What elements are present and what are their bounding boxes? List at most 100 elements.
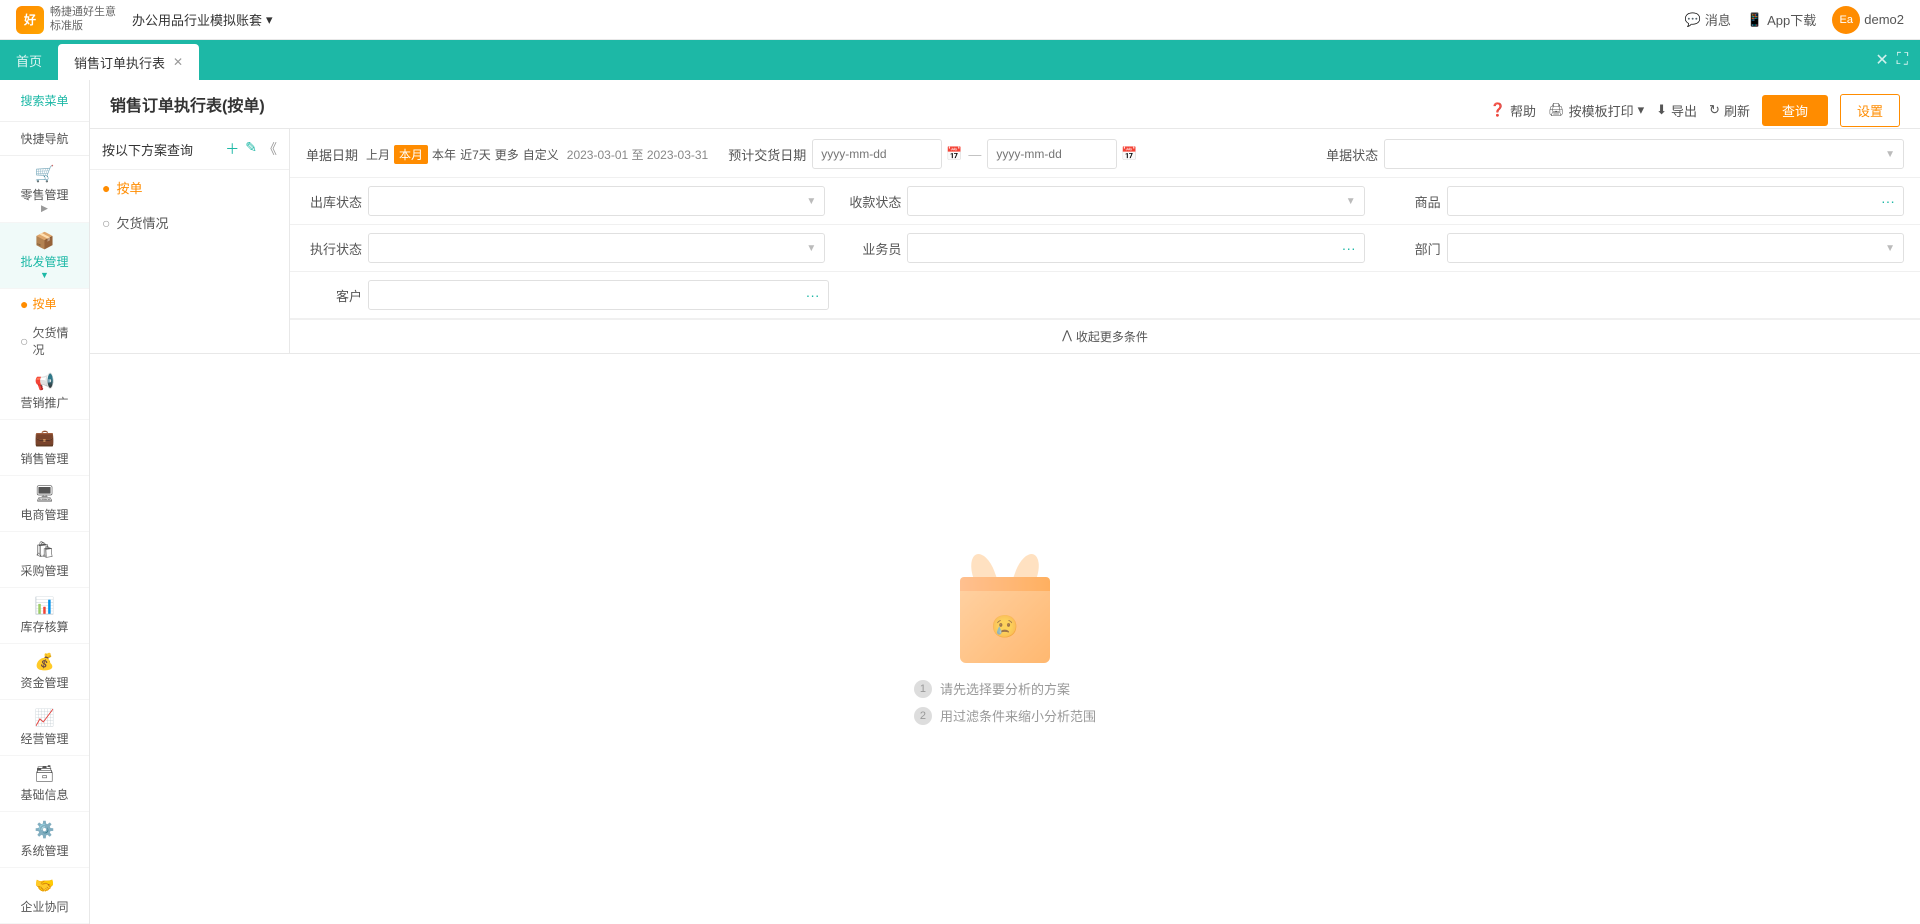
dept-label: 部门 [1385,239,1441,258]
forecast-date-cal-end[interactable]: 📅 [1121,146,1137,162]
sidebar-item-purchase[interactable]: 🛍 采购管理 [0,532,89,588]
tab-home[interactable]: 首页 [0,40,58,80]
wholesale-icon: 📦 [35,231,55,251]
date-tab-custom[interactable]: 自定义 [523,146,559,163]
forecast-date-cal-start[interactable]: 📅 [946,146,962,162]
app-selector-chevron: ▾ [266,12,273,28]
date-tab-prev-month[interactable]: 上月 [366,146,390,163]
app-selector[interactable]: 办公用品行业模拟账套 ▾ [124,10,281,29]
date-tab-this-month[interactable]: 本月 [394,145,428,164]
sidebar-item-ecommerce[interactable]: 🖥 电商管理 [0,476,89,532]
page-header-right: ❓ 帮助 🖨 按模板打印 ▾ ⬇ 导出 ↻ 刷新 查询 设置 [1490,94,1900,127]
help-button[interactable]: ❓ 帮助 [1490,101,1536,120]
finance-icon: 💰 [35,652,55,672]
scheme-item-by-order[interactable]: ● 按单 [90,170,289,205]
sidebar-nav-text[interactable]: 快捷导航 [0,126,89,151]
content-area: 销售订单执行表(按单) ❓ 帮助 🖨 按模板打印 ▾ ⬇ 导出 ↻ 刷新 [90,80,1920,924]
scheme-item-by-debt[interactable]: ○ 欠货情况 [90,205,289,240]
sidebar-sub-item-order[interactable]: ● 按单 [0,289,89,318]
sidebar-quick-nav[interactable]: 快捷导航 [0,122,89,156]
salesperson-more-icon[interactable]: ··· [1342,240,1356,256]
tab-bar: 首页 销售订单执行表 ✕ ✕ ⛶ [0,40,1920,80]
forecast-date-range: 📅 — 📅 [812,139,1306,169]
filter-payment-status-field: 收款状态 ▼ [845,186,1364,216]
sidebar-item-finance[interactable]: 💰 资金管理 [0,644,89,700]
sidebar-item-enterprise[interactable]: 🤝 企业协同 [0,868,89,924]
scheme-panel-title: 按以下方案查询 [102,140,193,159]
box-face: 😢 [991,614,1018,640]
logo-icon: 好 [16,6,44,34]
page-header: 销售订单执行表(按单) ❓ 帮助 🖨 按模板打印 ▾ ⬇ 导出 ↻ 刷新 [90,80,1920,129]
tab-close-icon[interactable]: ✕ [173,55,183,69]
scheme-edit-icon[interactable]: ✎ [245,139,257,159]
scheme-panel: 按以下方案查询 ＋ ✎ 《 ● 按单 ○ 欠货情况 [90,129,290,353]
avatar: Ea [1832,6,1860,34]
print-button[interactable]: 🖨 按模板打印 ▾ [1548,101,1644,120]
tab-close-all-button[interactable]: ✕ [1875,50,1888,70]
sidebar-item-inventory[interactable]: 📊 库存核算 [0,588,89,644]
forecast-date-end-input[interactable] [987,139,1117,169]
empty-tips: 1 请先选择要分析的方案 2 用过滤条件来缩小分析范围 [914,679,1096,725]
date-tab-more[interactable]: 更多 [495,146,519,163]
date-tab-7days[interactable]: 近7天 [460,146,491,163]
tab-sales-order[interactable]: 销售订单执行表 ✕ [58,44,199,80]
tip-num-2: 2 [914,707,932,725]
stock-status-select[interactable]: ▼ [368,186,825,216]
tab-expand-button[interactable]: ⛶ [1897,51,1908,69]
sidebar-search[interactable]: 搜索菜单 [0,80,89,122]
payment-status-select[interactable]: ▼ [907,186,1364,216]
sidebar-sub-item-debt[interactable]: ○ 欠货情况 [0,318,89,364]
forecast-date-label: 预计交货日期 [728,145,806,164]
scheme-collapse-icon[interactable]: 《 [263,139,277,159]
scheme-order-icon: ● [102,180,110,196]
dept-arrow: ▼ [1885,243,1895,254]
refresh-button[interactable]: ↻ 刷新 [1709,101,1750,120]
sidebar-item-retail[interactable]: 🛒 零售管理 ▶ [0,156,89,223]
customer-field[interactable]: ··· [368,280,829,310]
payment-status-arrow: ▼ [1346,196,1356,207]
dept-select[interactable]: ▼ [1447,233,1904,263]
app-download-button[interactable]: 📱 App下载 [1747,10,1816,29]
goods-label: 商品 [1385,192,1441,211]
customer-label: 客户 [306,286,362,305]
empty-illustration: 😢 [945,553,1065,663]
filter-date-field: 单据日期 上月 本月 本年 近7天 更多 自定义 2023-03-01 至 20… [306,145,708,164]
filter-panel: 按以下方案查询 ＋ ✎ 《 ● 按单 ○ 欠货情况 [90,129,1920,354]
empty-state: 😢 1 请先选择要分析的方案 2 用过滤条件来缩小分析范围 [914,553,1096,725]
sidebar-item-system[interactable]: ⚙️ 系统管理 [0,812,89,868]
filter-row-1: 单据日期 上月 本月 本年 近7天 更多 自定义 2023-03-01 至 20… [290,129,1920,178]
filter-fields-area: 单据日期 上月 本月 本年 近7天 更多 自定义 2023-03-01 至 20… [290,129,1920,353]
query-button[interactable]: 查询 [1762,95,1828,126]
stock-status-arrow: ▼ [806,196,816,207]
operation-icon: 📈 [35,708,55,728]
sidebar-item-marketing[interactable]: 📢 营销推广 [0,364,89,420]
debt-sub-icon: ○ [20,333,28,349]
goods-more-icon[interactable]: ··· [1881,193,1895,209]
stock-status-label: 出库状态 [306,192,362,211]
status-select[interactable]: ▼ [1384,139,1904,169]
sidebar-item-sales[interactable]: 💼 销售管理 [0,420,89,476]
sidebar-search-text[interactable]: 搜索菜单 [8,88,81,113]
filter-goods-field: 商品 ··· [1385,186,1904,216]
settings-button[interactable]: 设置 [1840,94,1900,127]
inventory-icon: 📊 [35,596,55,616]
collapse-label: 收起更多条件 [1076,328,1148,345]
message-button[interactable]: 💬 消息 [1685,10,1731,29]
exec-status-select[interactable]: ▼ [368,233,825,263]
sidebar-item-operation[interactable]: 📈 经营管理 [0,700,89,756]
goods-field[interactable]: ··· [1447,186,1904,216]
empty-tip-2: 2 用过滤条件来缩小分析范围 [914,706,1096,725]
user-profile[interactable]: Ea demo2 [1832,6,1904,34]
sidebar-item-basic[interactable]: 🗃 基础信息 [0,756,89,812]
forecast-date-start-input[interactable] [812,139,942,169]
scheme-add-icon[interactable]: ＋ [225,139,239,159]
date-tab-this-year[interactable]: 本年 [432,146,456,163]
collapse-row[interactable]: ⋀ 收起更多条件 [290,319,1920,353]
enterprise-icon: 🤝 [35,876,55,896]
customer-more-icon[interactable]: ··· [806,287,820,303]
export-button[interactable]: ⬇ 导出 [1656,101,1697,120]
sidebar-item-wholesale[interactable]: 📦 批发管理 ▼ [0,223,89,289]
empty-tip-1: 1 请先选择要分析的方案 [914,679,1096,698]
salesperson-field[interactable]: ··· [907,233,1364,263]
sidebar: 搜索菜单 快捷导航 🛒 零售管理 ▶ 📦 批发管理 ▼ ● 按单 ○ 欠货情况 … [0,80,90,924]
